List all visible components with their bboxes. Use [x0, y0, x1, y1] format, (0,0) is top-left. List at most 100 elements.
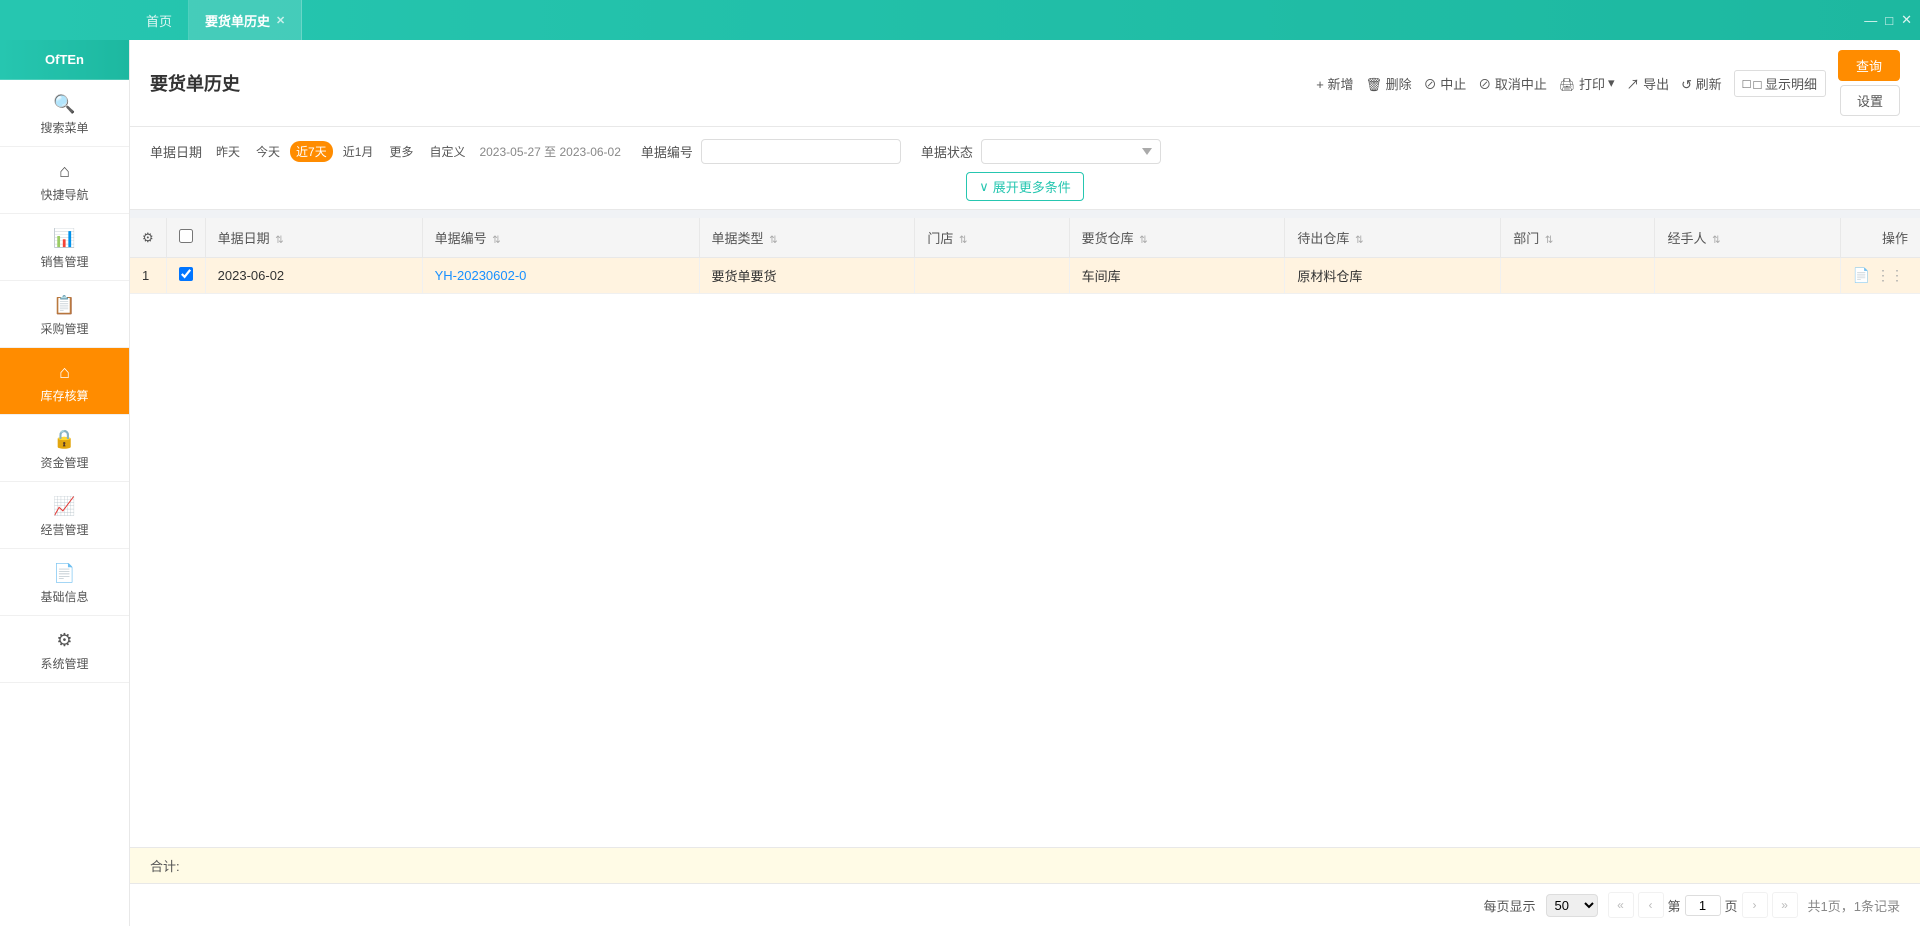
delete-button[interactable]: 🗑 删除 — [1365, 74, 1411, 93]
cell-doc-number[interactable]: YH-20230602-0 — [422, 258, 699, 294]
sidebar-item-label: 采购管理 — [40, 320, 88, 337]
select-all-checkbox[interactable] — [179, 229, 193, 243]
top-bar-tabs: 首页 要货单历史 ✕ — [130, 0, 302, 40]
sort-req-warehouse-icon: ⇅ — [1139, 235, 1147, 246]
expand-chevron-icon: ∨ — [979, 179, 989, 195]
doc-number-link[interactable]: YH-20230602-0 — [435, 268, 527, 283]
sort-doc-date-icon: ⇅ — [275, 235, 283, 246]
sidebar-item-basic-info[interactable]: 📄 基础信息 — [0, 549, 129, 616]
shortcut-7days[interactable]: 近7天 — [290, 141, 333, 162]
sidebar-item-system[interactable]: ⚙ 系统管理 — [0, 616, 129, 683]
add-label: + 新增 — [1316, 74, 1353, 93]
add-button[interactable]: + 新增 — [1316, 74, 1353, 93]
expand-more-button[interactable]: ∨ 展开更多条件 — [966, 172, 1084, 201]
sort-handler-icon: ⇅ — [1712, 235, 1720, 246]
sidebar-item-finance[interactable]: 🔒 资金管理 — [0, 415, 129, 482]
sidebar-item-operations[interactable]: 📈 经营管理 — [0, 482, 129, 549]
sort-department-icon: ⇅ — [1545, 235, 1553, 246]
cell-action: 📄 ⋮⋮ — [1840, 258, 1920, 294]
sort-doc-type-icon: ⇅ — [769, 235, 777, 246]
tab-home[interactable]: 首页 — [130, 0, 189, 40]
sidebar-item-search-menu[interactable]: 🔍 搜索菜单 — [0, 80, 129, 147]
quick-nav-icon: ⌂ — [59, 161, 70, 182]
sidebar-logo[interactable]: OfTEn — [0, 40, 129, 80]
page-header: 要货单历史 + 新增 🗑 删除 ⊘ 中止 ⊘ 取消中止 🖨 打印 ▾ — [130, 40, 1920, 127]
shortcut-custom[interactable]: 自定义 — [423, 141, 471, 162]
col-department-label: 部门 — [1513, 231, 1539, 246]
window-minimize-icon[interactable]: — — [1864, 13, 1877, 28]
footer-area: 合计: 每页显示 50 100 200 « ‹ 第 页 › » — [130, 847, 1920, 926]
table-settings-icon[interactable]: ⚙ — [142, 230, 154, 245]
first-page-button[interactable]: « — [1608, 892, 1634, 918]
sidebar-item-label: 销售管理 — [40, 253, 88, 270]
row-more-icon[interactable]: ⋮⋮ — [1876, 267, 1904, 284]
table-header-row: ⚙ 单据日期 ⇅ 单据编号 ⇅ — [130, 218, 1920, 258]
show-detail-button[interactable]: □ □ 显示明细 — [1734, 70, 1826, 97]
sidebar: OfTEn 🔍 搜索菜单 ⌂ 快捷导航 📊 销售管理 📋 采购管理 ⌂ 库存核算… — [0, 40, 130, 926]
col-doc-type[interactable]: 单据类型 ⇅ — [699, 218, 915, 258]
col-store[interactable]: 门店 ⇅ — [915, 218, 1069, 258]
shortcut-yesterday[interactable]: 昨天 — [210, 141, 246, 162]
sidebar-item-label: 系统管理 — [40, 655, 88, 672]
stop-button[interactable]: ⊘ 中止 — [1424, 74, 1467, 93]
toolbar: + 新增 🗑 删除 ⊘ 中止 ⊘ 取消中止 🖨 打印 ▾ ↗ 导出 — [1316, 50, 1900, 116]
top-bar-right: — □ ✕ — [1864, 0, 1912, 40]
sidebar-item-purchase[interactable]: 📋 采购管理 — [0, 281, 129, 348]
sidebar-item-sales[interactable]: 📊 销售管理 — [0, 214, 129, 281]
tab-close-icon[interactable]: ✕ — [276, 14, 285, 27]
status-select[interactable] — [981, 139, 1161, 164]
cell-department — [1501, 258, 1655, 294]
col-handler[interactable]: 经手人 ⇅ — [1655, 218, 1840, 258]
tab-requisition-history[interactable]: 要货单历史 ✕ — [189, 0, 302, 40]
prev-page-button[interactable]: ‹ — [1638, 892, 1664, 918]
stop-label: ⊘ 中止 — [1424, 74, 1467, 93]
query-button[interactable]: 查询 — [1838, 50, 1900, 81]
window-maximize-icon[interactable]: □ — [1885, 13, 1893, 28]
page-suffix-label: 页 — [1725, 896, 1738, 915]
col-settings[interactable]: ⚙ — [130, 218, 166, 258]
purchase-icon: 📋 — [53, 295, 75, 316]
cell-index: 1 — [130, 258, 166, 294]
col-doc-date[interactable]: 单据日期 ⇅ — [205, 218, 422, 258]
next-page-button[interactable]: › — [1742, 892, 1768, 918]
cell-doc-type: 要货单要货 — [699, 258, 915, 294]
col-pending-warehouse[interactable]: 待出仓库 ⇅ — [1285, 218, 1501, 258]
window-close-icon[interactable]: ✕ — [1901, 12, 1912, 28]
system-icon: ⚙ — [56, 630, 72, 651]
export-button[interactable]: ↗ 导出 — [1627, 74, 1670, 93]
shortcut-today[interactable]: 今天 — [250, 141, 286, 162]
date-label: 单据日期 — [150, 142, 202, 161]
settings-button[interactable]: 设置 — [1840, 85, 1900, 116]
per-page-select[interactable]: 50 100 200 — [1546, 894, 1598, 917]
print-dropdown-icon[interactable]: ▾ — [1608, 75, 1615, 91]
col-doc-date-label: 单据日期 — [218, 231, 270, 246]
col-doc-number-label: 单据编号 — [435, 231, 487, 246]
sidebar-item-inventory[interactable]: ⌂ 库存核算 — [0, 348, 129, 415]
doc-number-label: 单据编号 — [641, 142, 693, 161]
operations-icon: 📈 — [53, 496, 75, 517]
sidebar-item-label: 经营管理 — [40, 521, 88, 538]
doc-number-input[interactable] — [701, 139, 901, 164]
cancel-stop-button[interactable]: ⊘ 取消中止 — [1478, 74, 1547, 93]
row-checkbox[interactable] — [179, 267, 193, 281]
page-prefix-label: 第 — [1668, 896, 1681, 915]
cell-pending-warehouse: 原材料仓库 — [1285, 258, 1501, 294]
show-detail-checkbox[interactable]: □ — [1743, 76, 1751, 91]
shortcut-1month[interactable]: 近1月 — [337, 141, 380, 162]
main-content: 要货单历史 + 新增 🗑 删除 ⊘ 中止 ⊘ 取消中止 🖨 打印 ▾ — [130, 40, 1920, 926]
col-req-warehouse[interactable]: 要货仓库 ⇅ — [1069, 218, 1285, 258]
refresh-label: ↺ 刷新 — [1681, 74, 1722, 93]
col-department[interactable]: 部门 ⇅ — [1501, 218, 1655, 258]
expand-label: 展开更多条件 — [993, 177, 1071, 196]
last-page-button[interactable]: » — [1772, 892, 1798, 918]
print-button[interactable]: 🖨 打印 ▾ — [1559, 74, 1615, 93]
show-detail-label: □ 显示明细 — [1754, 74, 1817, 93]
col-doc-number[interactable]: 单据编号 ⇅ — [422, 218, 699, 258]
col-checkbox[interactable] — [166, 218, 205, 258]
shortcut-more[interactable]: 更多 — [383, 141, 419, 162]
refresh-button[interactable]: ↺ 刷新 — [1681, 74, 1722, 93]
row-edit-icon[interactable]: 📄 — [1853, 267, 1870, 284]
sidebar-item-quick-nav[interactable]: ⌂ 快捷导航 — [0, 147, 129, 214]
page-input[interactable] — [1685, 895, 1721, 916]
cell-checkbox[interactable] — [166, 258, 205, 294]
